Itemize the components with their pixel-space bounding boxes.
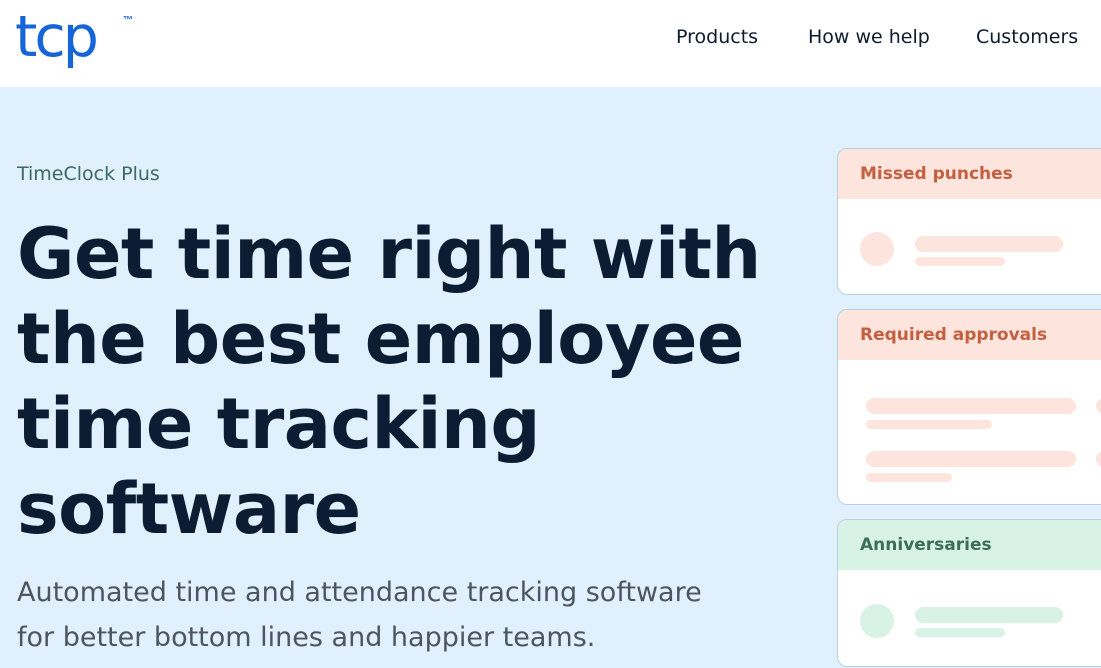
text-placeholder <box>1096 451 1101 467</box>
headline-line: the best employee <box>17 298 744 380</box>
text-placeholder <box>866 398 1076 414</box>
subheading-line: Automated time and attendance tracking s… <box>17 577 702 608</box>
text-placeholder <box>866 451 1076 467</box>
text-placeholder <box>866 473 952 482</box>
site-header: tcp ™ Products How we help Customers <box>0 0 1101 87</box>
required-approvals-card: Required approvals <box>837 309 1101 505</box>
anniversaries-card: Anniversaries <box>837 519 1101 667</box>
logo-wordmark: tcp <box>15 4 99 70</box>
text-placeholder <box>915 628 1005 637</box>
hero-headline: Get time right with the best employee ti… <box>17 212 777 552</box>
text-placeholder <box>1096 398 1101 414</box>
hero-subheading: Automated time and attendance tracking s… <box>17 570 757 660</box>
nav-how-we-help[interactable]: How we help <box>808 26 930 48</box>
card-title: Missed punches <box>838 149 1101 199</box>
text-placeholder <box>915 257 1005 266</box>
headline-line: software <box>17 468 361 550</box>
avatar-placeholder <box>860 232 894 266</box>
nav-products[interactable]: Products <box>676 26 758 48</box>
subheading-line: for better bottom lines and happier team… <box>17 622 596 653</box>
tcp-logo[interactable]: tcp ™ <box>15 2 133 72</box>
card-title: Anniversaries <box>838 520 1101 570</box>
product-eyebrow: TimeClock Plus <box>17 163 160 185</box>
card-title: Required approvals <box>838 310 1101 360</box>
text-placeholder <box>915 236 1063 252</box>
text-placeholder <box>915 607 1063 623</box>
text-placeholder <box>866 420 992 429</box>
headline-line: Get time right with <box>17 213 761 295</box>
headline-line: time tracking <box>17 383 540 465</box>
nav-customers[interactable]: Customers <box>976 26 1078 48</box>
avatar-placeholder <box>860 604 894 638</box>
trademark-symbol: ™ <box>123 15 133 26</box>
missed-punches-card: Missed punches <box>837 148 1101 295</box>
